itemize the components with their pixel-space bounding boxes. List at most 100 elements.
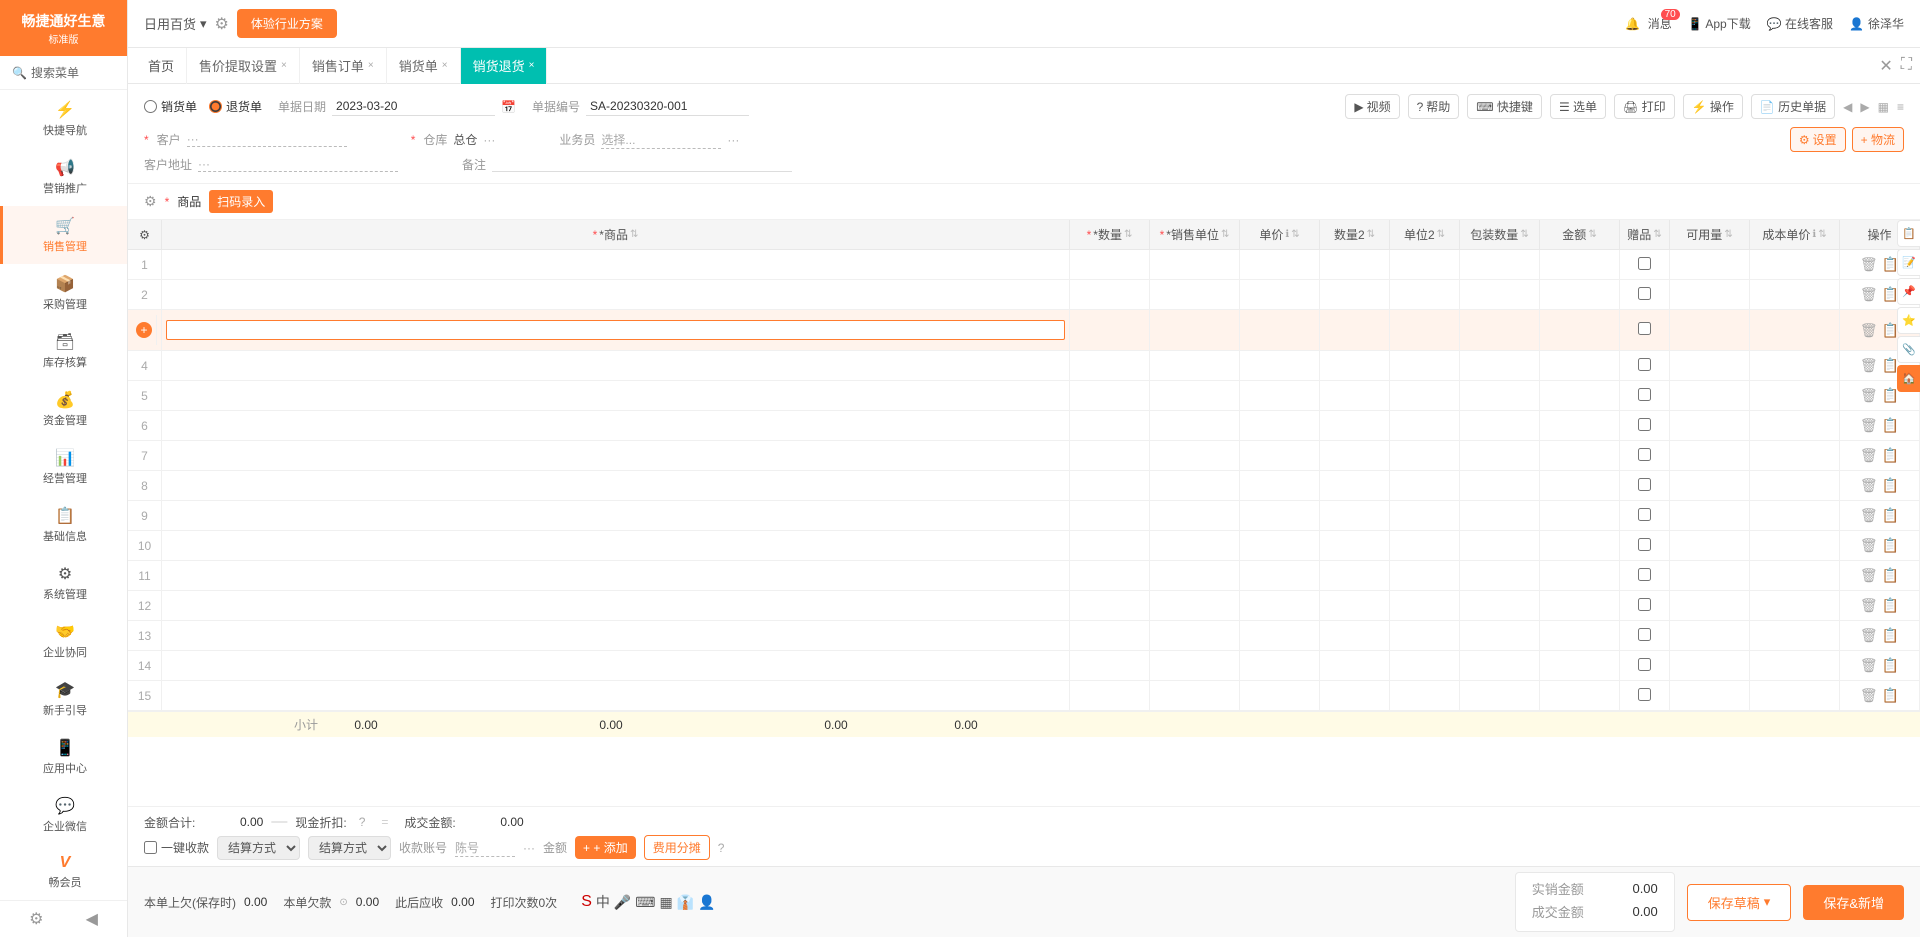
warehouse-more-icon[interactable]: ···: [483, 133, 495, 147]
gift-checkbox[interactable]: [1638, 418, 1651, 431]
side-quick-notes[interactable]: 📋: [1897, 220, 1920, 247]
save-draft-btn[interactable]: 保存草稿 ▾: [1687, 884, 1792, 921]
gift-checkbox[interactable]: [1638, 658, 1651, 671]
radio-shipment-input[interactable]: [144, 100, 157, 113]
tab-sale-shipment[interactable]: 销货单 ×: [387, 48, 461, 84]
collapse-icon[interactable]: ◀: [86, 909, 98, 929]
goods-cell[interactable]: [162, 471, 1070, 501]
copy-row-btn[interactable]: 📋: [1882, 417, 1899, 434]
goods-cell[interactable]: [162, 651, 1070, 681]
remark-input[interactable]: [492, 157, 792, 172]
experience-btn[interactable]: 体验行业方案: [237, 9, 337, 38]
salesperson-input[interactable]: 选择...: [601, 131, 721, 149]
actions-cell[interactable]: 🗑 📋: [1840, 471, 1920, 501]
goods-cell[interactable]: [162, 591, 1070, 621]
sidebar-item-member[interactable]: V 畅会员: [0, 844, 127, 900]
goods-cell[interactable]: [162, 280, 1070, 310]
tab-sale-order[interactable]: 销售订单 ×: [300, 48, 387, 84]
nav-next-icon[interactable]: ▶: [1860, 100, 1869, 114]
actions-cell[interactable]: 🗑 📋: [1840, 651, 1920, 681]
tab-close-icon[interactable]: ×: [529, 60, 535, 71]
fypg-btn[interactable]: 费用分摊: [644, 835, 710, 860]
sidebar-item-wechat[interactable]: 💬 企业微信: [0, 786, 127, 844]
tab-close-all-icon[interactable]: ✕: [1879, 56, 1892, 76]
goods-cell[interactable]: [162, 681, 1070, 711]
sort-icon[interactable]: ⇅: [1124, 229, 1132, 240]
goods-cell[interactable]: [162, 250, 1070, 280]
gift-checkbox[interactable]: [1638, 478, 1651, 491]
delete-row-btn[interactable]: 🗑: [1860, 417, 1878, 434]
delete-row-btn[interactable]: 🗑: [1860, 357, 1878, 374]
salesperson-more-icon[interactable]: ···: [727, 133, 739, 147]
help-btn[interactable]: ? 帮助: [1408, 94, 1460, 119]
side-quick-star[interactable]: ⭐: [1897, 307, 1920, 334]
copy-row-btn[interactable]: 📋: [1882, 627, 1899, 644]
sidebar-item-finance[interactable]: 💰 资金管理: [0, 380, 127, 438]
nav-prev-icon[interactable]: ◀: [1843, 100, 1852, 114]
customer-input[interactable]: ···: [187, 132, 347, 147]
actions-cell[interactable]: 🗑 📋: [1840, 501, 1920, 531]
delete-row-btn[interactable]: 🗑: [1860, 256, 1878, 273]
calendar-icon[interactable]: 📅: [501, 100, 516, 114]
goods-cell[interactable]: [162, 310, 1070, 351]
delete-row-btn[interactable]: 🗑: [1860, 627, 1878, 644]
sort-icon[interactable]: ⇅: [1653, 229, 1661, 240]
sidebar-item-operations[interactable]: 📊 经营管理: [0, 438, 127, 496]
tab-close-icon[interactable]: ×: [281, 60, 287, 71]
delete-row-btn[interactable]: 🗑: [1860, 387, 1878, 404]
logistics-btn[interactable]: + 物流: [1852, 127, 1904, 152]
doc-num-input[interactable]: [586, 97, 749, 116]
delete-row-btn[interactable]: 🗑: [1860, 322, 1878, 339]
address-input[interactable]: ···: [198, 157, 398, 172]
scan-btn[interactable]: 扫码录入: [209, 190, 273, 213]
save-new-btn[interactable]: 保存&新增: [1803, 885, 1904, 920]
operations-btn[interactable]: ⚡ 操作: [1683, 94, 1743, 119]
sidebar-item-basic-info[interactable]: 📋 基础信息: [0, 496, 127, 554]
grid-view-icon[interactable]: ▦: [1878, 100, 1889, 114]
account-placeholder[interactable]: 陈号: [455, 839, 515, 857]
actions-cell[interactable]: 🗑 📋: [1840, 441, 1920, 471]
app-download-link[interactable]: 📱 App下载: [1688, 15, 1751, 32]
goods-cell[interactable]: [162, 411, 1070, 441]
sidebar-item-enterprise[interactable]: 🤝 企业协同: [0, 612, 127, 670]
copy-row-btn[interactable]: 📋: [1882, 447, 1899, 464]
sidebar-item-sys-mgmt[interactable]: ⚙ 系统管理: [0, 554, 127, 612]
date-input[interactable]: [332, 97, 495, 116]
gift-checkbox[interactable]: [1638, 628, 1651, 641]
side-quick-home[interactable]: 🏠: [1897, 365, 1920, 392]
copy-row-btn[interactable]: 📋: [1882, 687, 1899, 704]
delete-row-btn[interactable]: 🗑: [1860, 657, 1878, 674]
gift-checkbox[interactable]: [1638, 448, 1651, 461]
online-service-link[interactable]: 💬 在线客服: [1767, 15, 1833, 32]
amount-more-icon[interactable]: ···: [523, 841, 535, 855]
history-btn[interactable]: 📄 历史单据: [1751, 94, 1835, 119]
gift-checkbox[interactable]: [1638, 257, 1651, 270]
delete-row-btn[interactable]: 🗑: [1860, 687, 1878, 704]
copy-row-btn[interactable]: 📋: [1882, 507, 1899, 524]
video-btn[interactable]: ▶ 视频: [1345, 94, 1399, 119]
print-btn[interactable]: 🖨 打印: [1614, 94, 1675, 119]
goods-cell[interactable]: [162, 381, 1070, 411]
sidebar-item-quick-nav[interactable]: ⚡ 快捷导航: [0, 90, 127, 148]
goods-cell[interactable]: [162, 561, 1070, 591]
settings-icon[interactable]: ⚙: [29, 909, 43, 929]
copy-row-btn[interactable]: 📋: [1882, 537, 1899, 554]
sort-icon[interactable]: ⇅: [1221, 229, 1229, 240]
sort-icon[interactable]: ⇅: [1818, 229, 1826, 240]
sidebar-item-sales[interactable]: 🛒 销售管理: [0, 206, 127, 264]
delete-row-btn[interactable]: 🗑: [1860, 447, 1878, 464]
sort-icon[interactable]: ⇅: [1291, 229, 1299, 240]
message-bell[interactable]: 🔔 70 消息: [1625, 15, 1671, 32]
delete-row-btn[interactable]: 🗑: [1860, 567, 1878, 584]
gift-checkbox[interactable]: [1638, 358, 1651, 371]
gift-checkbox[interactable]: [1638, 568, 1651, 581]
list-view-icon[interactable]: ≡: [1897, 100, 1904, 114]
sidebar-item-guide[interactable]: 🎓 新手引导: [0, 670, 127, 728]
gift-checkbox[interactable]: [1638, 388, 1651, 401]
actions-cell[interactable]: 🗑 📋: [1840, 411, 1920, 441]
goods-cell[interactable]: [162, 441, 1070, 471]
tab-sale-return[interactable]: 销货退货 ×: [461, 48, 548, 84]
gift-checkbox[interactable]: [1638, 287, 1651, 300]
side-quick-pin[interactable]: 📌: [1897, 278, 1920, 305]
radio-return[interactable]: 退货单: [209, 98, 262, 115]
